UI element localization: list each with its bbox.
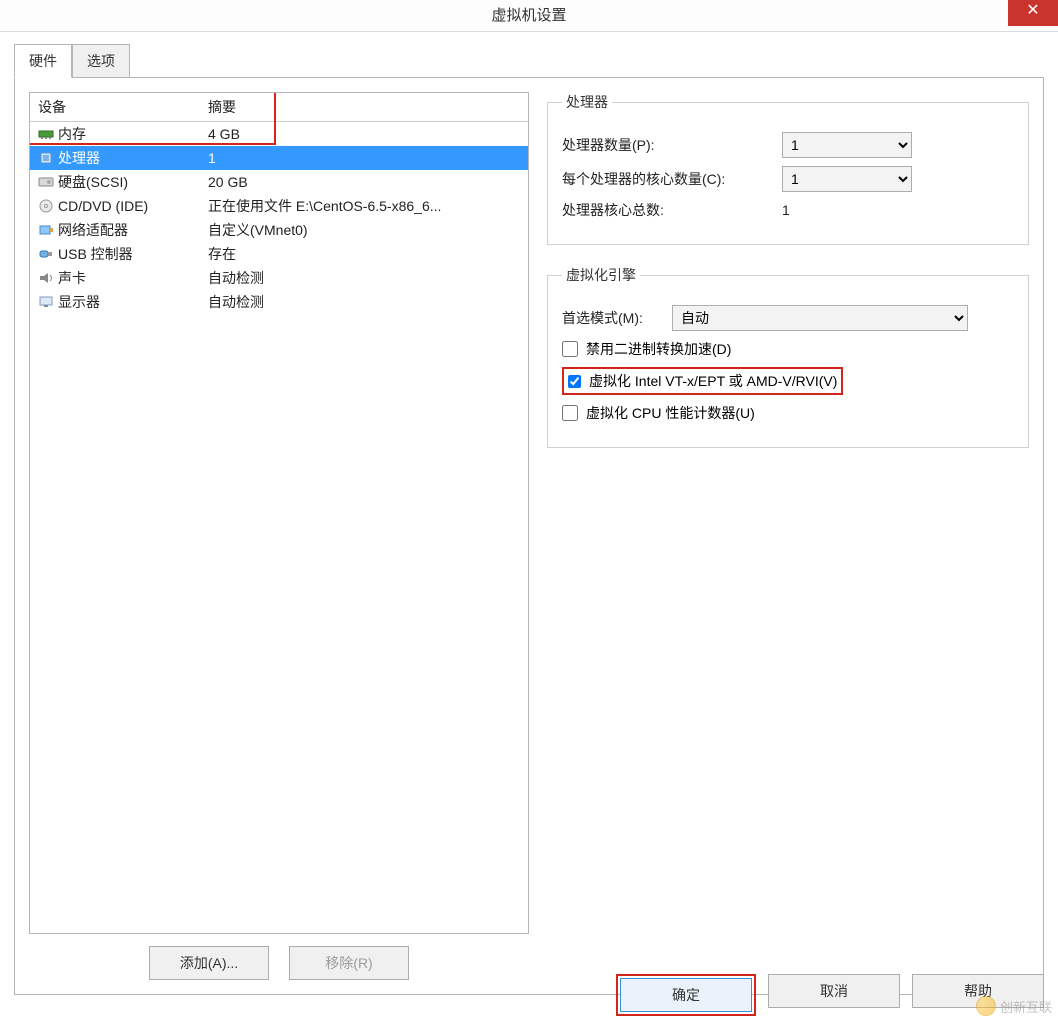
title-bar: 虚拟机设置 ✕ <box>0 0 1058 32</box>
cpu-legend: 处理器 <box>562 92 612 112</box>
virt-legend: 虚拟化引擎 <box>562 265 640 285</box>
memory-icon <box>38 127 54 141</box>
list-label: USB 控制器 <box>58 244 133 264</box>
cpu-group: 处理器 处理器数量(P): 1 每个处理器的核心数量(C): 1 <box>547 92 1029 245</box>
list-summary: 正在使用文件 E:\CentOS-6.5-x86_6... <box>208 196 522 216</box>
dialog-body: 硬件 选项 设备 摘要 内存 4 GB <box>0 32 1058 1024</box>
list-row-display[interactable]: 显示器 自动检测 <box>30 290 528 314</box>
usb-icon <box>38 247 54 261</box>
list-summary: 自动检测 <box>208 268 522 288</box>
device-list[interactable]: 设备 摘要 内存 4 GB <box>29 92 529 934</box>
cpu-perf-label: 虚拟化 CPU 性能计数器(U) <box>586 403 755 423</box>
total-cores-label: 处理器核心总数: <box>562 200 782 220</box>
disk-icon <box>38 175 54 189</box>
sound-icon <box>38 271 54 285</box>
list-row-memory[interactable]: 内存 4 GB <box>30 122 528 146</box>
list-label: 网络适配器 <box>58 220 128 240</box>
list-summary: 1 <box>208 150 522 166</box>
header-summary: 摘要 <box>208 97 522 117</box>
window-title: 虚拟机设置 <box>491 7 566 24</box>
ok-button[interactable]: 确定 <box>620 978 752 1012</box>
total-cores-value: 1 <box>782 202 1014 218</box>
close-icon: ✕ <box>1026 2 1039 19</box>
dialog-footer: 确定 取消 帮助 <box>14 974 1044 1016</box>
annotation-highlight-vtx: 虚拟化 Intel VT-x/EPT 或 AMD-V/RVI(V) <box>562 367 843 395</box>
virt-group: 虚拟化引擎 首选模式(M): 自动 禁用二进制转换加速(D) 虚拟化 Intel <box>547 265 1029 448</box>
cores-per-label: 每个处理器的核心数量(C): <box>562 169 782 189</box>
tab-hardware[interactable]: 硬件 <box>14 44 72 78</box>
list-label: 声卡 <box>58 268 86 288</box>
disable-bt-label: 禁用二进制转换加速(D) <box>586 339 731 359</box>
cpu-icon <box>38 151 54 165</box>
list-summary: 自定义(VMnet0) <box>208 220 522 240</box>
list-label: 显示器 <box>58 292 100 312</box>
list-label: CD/DVD (IDE) <box>58 198 148 214</box>
tab-options[interactable]: 选项 <box>72 44 130 77</box>
header-device: 设备 <box>38 97 208 117</box>
list-row-disk[interactable]: 硬盘(SCSI) 20 GB <box>30 170 528 194</box>
list-row-nic[interactable]: 网络适配器 自定义(VMnet0) <box>30 218 528 242</box>
annotation-highlight-ok: 确定 <box>616 974 756 1016</box>
right-column: 处理器 处理器数量(P): 1 每个处理器的核心数量(C): 1 <box>547 92 1029 980</box>
vtx-label: 虚拟化 Intel VT-x/EPT 或 AMD-V/RVI(V) <box>589 371 837 391</box>
list-summary: 自动检测 <box>208 292 522 312</box>
cores-per-select[interactable]: 1 <box>782 166 912 192</box>
list-label: 硬盘(SCSI) <box>58 172 128 192</box>
close-button[interactable]: ✕ <box>1008 0 1058 26</box>
watermark-logo-icon <box>976 996 996 1016</box>
left-column: 设备 摘要 内存 4 GB <box>29 92 529 980</box>
num-processors-select[interactable]: 1 <box>782 132 912 158</box>
num-processors-label: 处理器数量(P): <box>562 135 782 155</box>
cd-icon <box>38 199 54 213</box>
device-list-header: 设备 摘要 <box>30 93 528 122</box>
list-label: 内存 <box>58 124 86 144</box>
watermark: 创新互联 <box>976 996 1052 1016</box>
list-row-cd[interactable]: CD/DVD (IDE) 正在使用文件 E:\CentOS-6.5-x86_6.… <box>30 194 528 218</box>
vtx-checkbox[interactable] <box>568 375 581 388</box>
list-label: 处理器 <box>58 148 100 168</box>
list-row-sound[interactable]: 声卡 自动检测 <box>30 266 528 290</box>
hardware-panel: 设备 摘要 内存 4 GB <box>14 77 1044 995</box>
cpu-perf-checkbox[interactable] <box>562 405 578 421</box>
display-icon <box>38 295 54 309</box>
list-summary: 存在 <box>208 244 522 264</box>
list-summary: 20 GB <box>208 174 522 190</box>
watermark-text: 创新互联 <box>1000 997 1052 1016</box>
tab-row: 硬件 选项 <box>14 44 1044 77</box>
disable-bt-checkbox[interactable] <box>562 341 578 357</box>
list-row-usb[interactable]: USB 控制器 存在 <box>30 242 528 266</box>
cancel-button[interactable]: 取消 <box>768 974 900 1008</box>
list-summary: 4 GB <box>208 126 522 142</box>
pref-mode-label: 首选模式(M): <box>562 308 672 328</box>
nic-icon <box>38 223 54 237</box>
pref-mode-select[interactable]: 自动 <box>672 305 968 331</box>
list-row-cpu[interactable]: 处理器 1 <box>30 146 528 170</box>
